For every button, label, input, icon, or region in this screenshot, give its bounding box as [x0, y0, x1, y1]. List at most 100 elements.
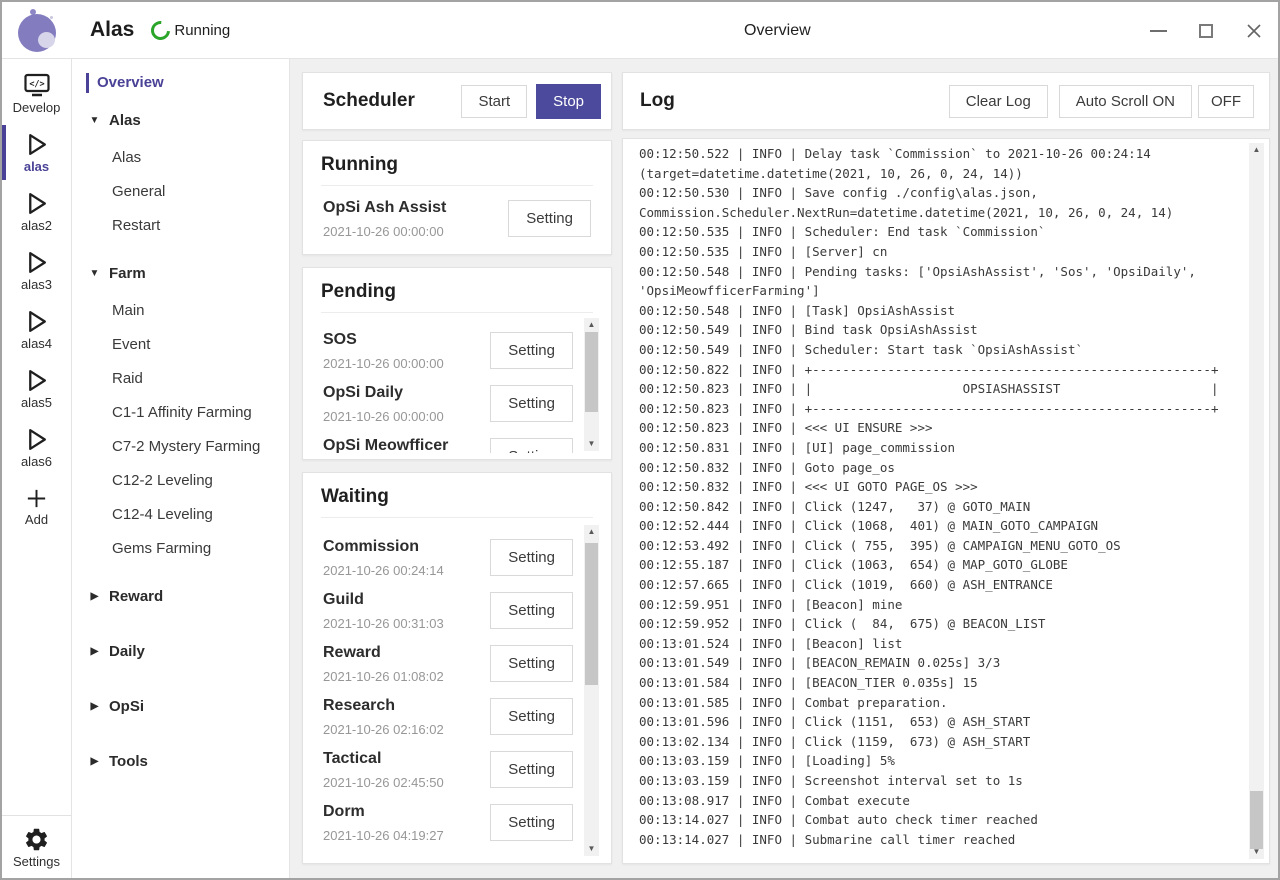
- scheduler-stop-button[interactable]: Stop: [536, 84, 601, 119]
- menu-group-header-farm[interactable]: ▼ Farm: [72, 261, 289, 285]
- scroll-up-icon[interactable]: ▲: [1249, 143, 1264, 157]
- scroll-thumb[interactable]: [1250, 791, 1263, 849]
- rail-item-label: alas: [24, 159, 49, 174]
- menu-item[interactable]: C1-1 Affinity Farming: [72, 396, 289, 430]
- log-panel-header: Log Clear Log Auto Scroll ON OFF: [622, 72, 1270, 130]
- running-section-title: Running: [321, 141, 593, 186]
- task-setting-button[interactable]: Setting: [490, 539, 573, 576]
- rail-item-label: alas4: [21, 336, 52, 351]
- menu-group-daily: ▶ Daily: [72, 629, 289, 672]
- log-line: 00:12:50.832 | INFO | <<< UI GOTO PAGE_O…: [639, 477, 1233, 497]
- maximize-icon: [1199, 24, 1213, 38]
- task-setting-button[interactable]: Setting: [490, 438, 573, 453]
- rail-item-label: alas5: [21, 395, 52, 410]
- menu-item[interactable]: Event: [72, 328, 289, 362]
- task-row: Shop Setting: [303, 849, 611, 857]
- log-line: 00:13:01.585 | INFO | Combat preparation…: [639, 693, 1233, 713]
- menu-item[interactable]: Main: [72, 294, 289, 328]
- menu-item[interactable]: Raid: [72, 362, 289, 396]
- menu-group-header-alas[interactable]: ▼ Alas: [72, 108, 289, 132]
- menu-group-header-reward[interactable]: ▶ Reward: [72, 584, 289, 608]
- menu-group-header-opsi[interactable]: ▶ OpSi: [72, 694, 289, 718]
- log-line: 00:12:50.823 | INFO | +-----------------…: [639, 399, 1233, 419]
- rail-item-label: alas3: [21, 277, 52, 292]
- task-setting-button[interactable]: Setting: [490, 804, 573, 841]
- menu-item[interactable]: Restart: [72, 209, 289, 243]
- task-setting-button[interactable]: Setting: [490, 698, 573, 735]
- menu-item[interactable]: Gems Farming: [72, 532, 289, 566]
- scroll-down-icon[interactable]: ▼: [1249, 845, 1264, 859]
- log-line: 00:12:50.823 | INFO | | OPSIASHASSIST |: [639, 379, 1233, 399]
- rail-item-alas2[interactable]: alas2: [2, 182, 71, 241]
- menu-group-items: Alas General Restart: [72, 141, 289, 243]
- task-setting-button[interactable]: Setting: [490, 751, 573, 788]
- pending-scrollbar[interactable]: ▲ ▼: [584, 318, 599, 451]
- scheduler-start-button[interactable]: Start: [461, 85, 527, 118]
- task-menu: Overview ▼ Alas Alas General Restart ▼ F…: [72, 59, 290, 878]
- task-setting-button[interactable]: Setting: [490, 332, 573, 369]
- task-time: 2021-10-26 01:08:02: [323, 669, 491, 684]
- rail-item-alas4[interactable]: alas4: [2, 300, 71, 359]
- task-row: Reward 2021-10-26 01:08:02 Setting: [303, 637, 611, 690]
- menu-item[interactable]: C12-2 Leveling: [72, 464, 289, 498]
- log-line: 00:12:50.530 | INFO | Save config ./conf…: [639, 183, 1233, 203]
- scroll-up-icon[interactable]: ▲: [584, 525, 599, 539]
- app-title: Alas: [90, 18, 134, 42]
- scroll-down-icon[interactable]: ▼: [584, 842, 599, 856]
- play-icon: [23, 367, 50, 394]
- menu-group-tools: ▶ Tools: [72, 739, 289, 782]
- waiting-scrollbar[interactable]: ▲ ▼: [584, 525, 599, 856]
- menu-item[interactable]: C12-4 Leveling: [72, 498, 289, 532]
- chevron-down-icon: ▼: [89, 268, 100, 279]
- task-name: SOS: [323, 330, 491, 350]
- scroll-thumb[interactable]: [585, 543, 598, 685]
- log-line: 00:12:50.535 | INFO | [Server] cn: [639, 242, 1233, 262]
- rail-item-alas[interactable]: alas: [2, 123, 71, 182]
- maximize-button[interactable]: [1196, 20, 1216, 42]
- menu-item[interactable]: General: [72, 175, 289, 209]
- task-time: 2021-10-26 00:31:03: [323, 616, 491, 631]
- log-line: 00:12:50.842 | INFO | Click (1247, 37) @…: [639, 497, 1233, 517]
- rail-item-settings[interactable]: Settings: [2, 815, 71, 878]
- scroll-down-icon[interactable]: ▼: [584, 437, 599, 451]
- close-button[interactable]: [1244, 20, 1264, 42]
- running-section: Running OpSi Ash Assist 2021-10-26 00:00…: [302, 140, 612, 255]
- log-line: Commission.Scheduler.NextRun=datetime.da…: [639, 203, 1233, 223]
- log-panel: 00:12:50.522 | INFO | Delay task `Commis…: [622, 138, 1270, 864]
- auto-scroll-on-button[interactable]: Auto Scroll ON: [1059, 85, 1192, 118]
- menu-item[interactable]: C7-2 Mystery Farming: [72, 430, 289, 464]
- clear-log-button[interactable]: Clear Log: [949, 85, 1048, 118]
- minimize-button[interactable]: [1148, 20, 1168, 42]
- log-line: 00:12:53.492 | INFO | Click ( 755, 395) …: [639, 536, 1233, 556]
- chevron-right-icon: ▶: [89, 756, 100, 767]
- rail-item-develop[interactable]: </> Develop: [2, 64, 71, 123]
- task-setting-button[interactable]: Setting: [490, 592, 573, 629]
- task-setting-button[interactable]: Setting: [490, 645, 573, 682]
- scroll-up-icon[interactable]: ▲: [584, 318, 599, 332]
- menu-item[interactable]: Alas: [72, 141, 289, 175]
- task-time: 2021-10-26 00:00:00: [323, 409, 491, 424]
- log-line: 00:13:14.027 | INFO | Submarine call tim…: [639, 830, 1233, 850]
- task-setting-button[interactable]: Setting: [508, 200, 591, 237]
- menu-group-header-tools[interactable]: ▶ Tools: [72, 749, 289, 773]
- auto-scroll-off-button[interactable]: OFF: [1198, 85, 1254, 118]
- chevron-right-icon: ▶: [89, 591, 100, 602]
- log-lines: 00:12:50.522 | INFO | Delay task `Commis…: [639, 144, 1233, 857]
- app-window: Alas Running Overview </> Develop alas: [0, 0, 1280, 880]
- log-line: 00:12:50.549 | INFO | Scheduler: Start t…: [639, 340, 1233, 360]
- log-line: 00:12:52.444 | INFO | Click (1068, 401) …: [639, 516, 1233, 536]
- rail-item-add[interactable]: Add: [2, 477, 71, 536]
- task-setting-button[interactable]: Setting: [490, 385, 573, 422]
- rail-item-alas6[interactable]: alas6: [2, 418, 71, 477]
- menu-item-overview[interactable]: Overview: [72, 72, 289, 94]
- rail-item-alas5[interactable]: alas5: [2, 359, 71, 418]
- task-row: Tactical 2021-10-26 02:45:50 Setting: [303, 743, 611, 796]
- scroll-thumb[interactable]: [585, 332, 598, 412]
- task-name: Commission: [323, 537, 491, 557]
- rail-item-alas3[interactable]: alas3: [2, 241, 71, 300]
- log-line: 00:13:03.159 | INFO | Screenshot interva…: [639, 771, 1233, 791]
- log-scrollbar[interactable]: ▲ ▼: [1249, 143, 1264, 859]
- rail-item-label: Develop: [13, 100, 61, 115]
- log-line: 00:12:59.951 | INFO | [Beacon] mine: [639, 595, 1233, 615]
- menu-group-header-daily[interactable]: ▶ Daily: [72, 639, 289, 663]
